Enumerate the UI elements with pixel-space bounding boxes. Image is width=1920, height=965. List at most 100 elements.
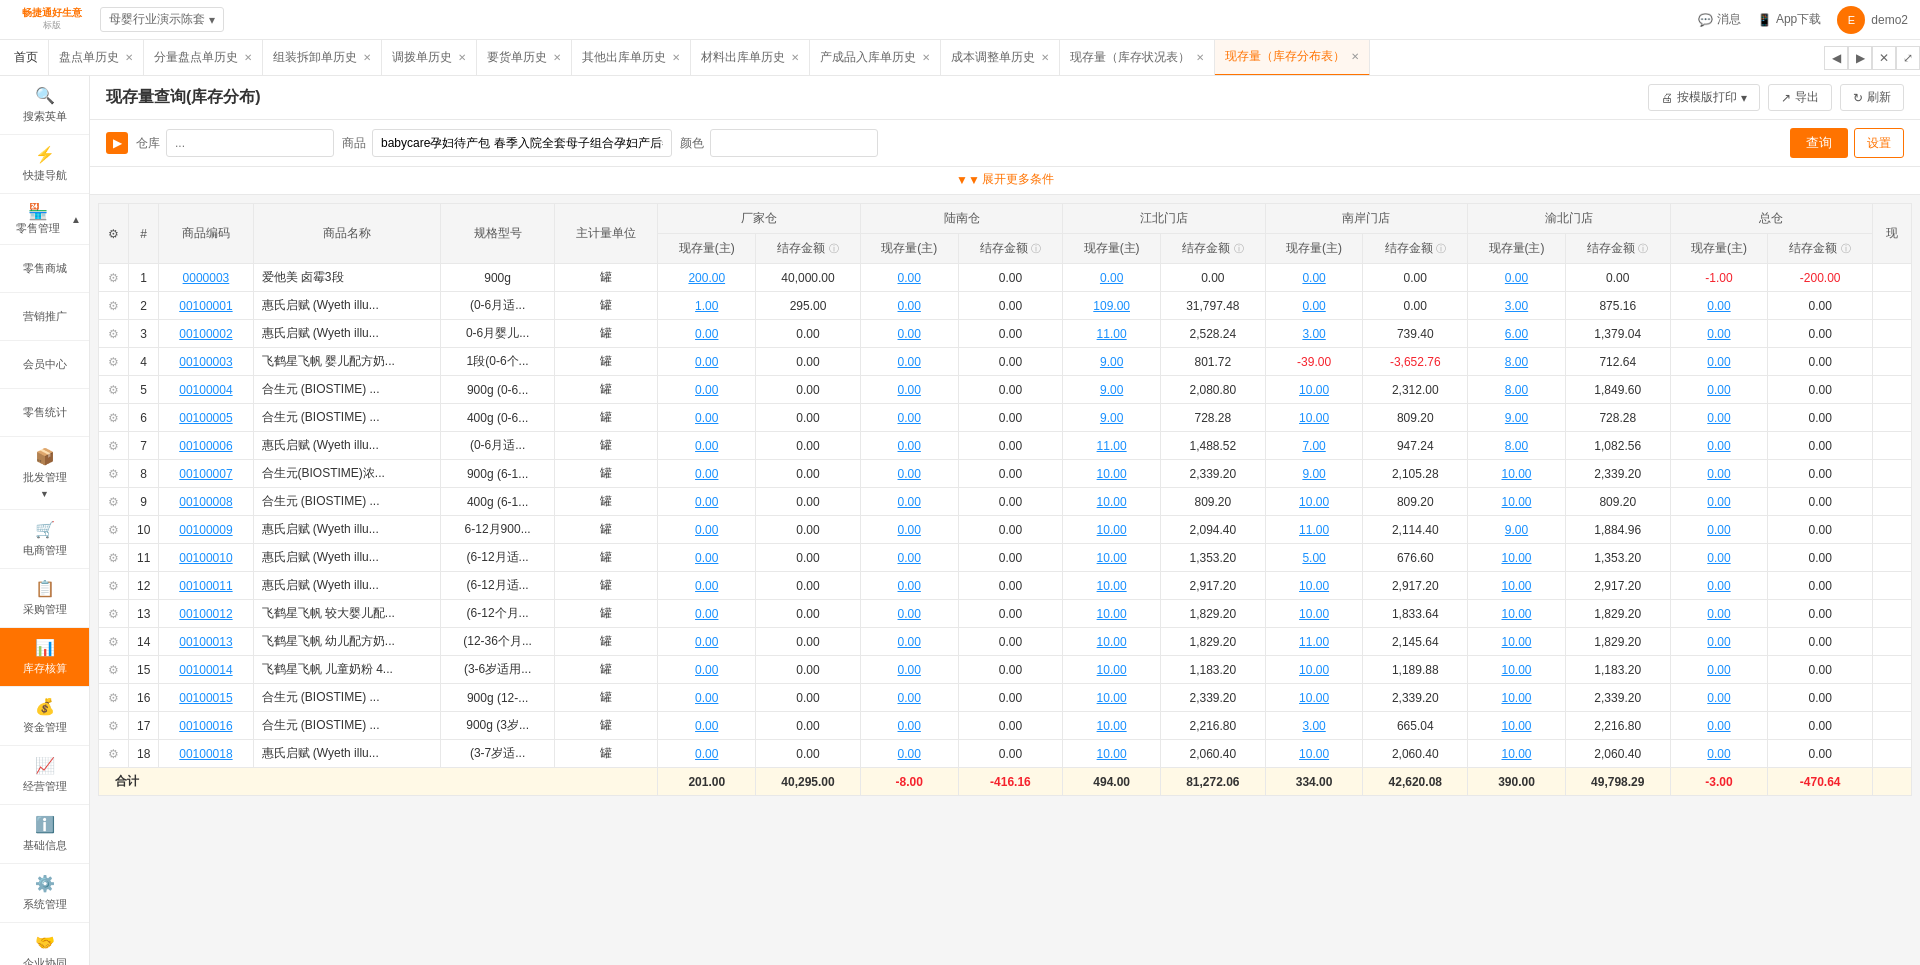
cell-t-qty[interactable]: 0.00 [1670, 432, 1768, 460]
cell-code[interactable]: 00100010 [159, 544, 253, 572]
cell-t-qty[interactable]: 0.00 [1670, 572, 1768, 600]
cell-n-qty[interactable]: 10.00 [1265, 684, 1363, 712]
cell-settings[interactable]: ⚙ [99, 740, 129, 768]
cell-j-qty[interactable]: 0.00 [1063, 264, 1161, 292]
sidebar-item-retail-stat[interactable]: 零售统计 [0, 389, 89, 437]
cell-settings[interactable]: ⚙ [99, 264, 129, 292]
filter-expand-btn[interactable]: ▶ [106, 132, 128, 154]
cell-settings[interactable]: ⚙ [99, 712, 129, 740]
cell-y-qty[interactable]: 3.00 [1468, 292, 1566, 320]
cell-code[interactable]: 00100006 [159, 432, 253, 460]
tab-product-inbound[interactable]: 产成品入库单历史 ✕ [810, 40, 941, 76]
close-icon[interactable]: ✕ [1196, 52, 1204, 63]
cell-y-qty[interactable]: 10.00 [1468, 656, 1566, 684]
cell-y-qty[interactable]: 8.00 [1468, 432, 1566, 460]
cell-n-qty[interactable]: 11.00 [1265, 628, 1363, 656]
cell-f-qty[interactable]: 0.00 [658, 488, 756, 516]
tab-home[interactable]: 首页 [4, 40, 49, 76]
cell-y-qty[interactable]: 0.00 [1468, 264, 1566, 292]
cell-f-qty[interactable]: 0.00 [658, 628, 756, 656]
cell-t-qty[interactable]: 0.00 [1670, 404, 1768, 432]
cell-n-qty[interactable]: 10.00 [1265, 600, 1363, 628]
cell-code[interactable]: 00100008 [159, 488, 253, 516]
tab-split-history[interactable]: 分量盘点单历史 ✕ [144, 40, 263, 76]
cell-l-qty[interactable]: 0.00 [860, 740, 958, 768]
cell-settings[interactable]: ⚙ [99, 320, 129, 348]
cell-t-qty[interactable]: -1.00 [1670, 264, 1768, 292]
cell-settings[interactable]: ⚙ [99, 488, 129, 516]
cell-j-qty[interactable]: 10.00 [1063, 460, 1161, 488]
cell-f-qty[interactable]: 0.00 [658, 376, 756, 404]
nav-prev-btn[interactable]: ◀ [1824, 46, 1848, 70]
cell-l-qty[interactable]: 0.00 [860, 712, 958, 740]
tab-stock-distribution[interactable]: 现存量（库存分布表） ✕ [1215, 40, 1370, 76]
cell-l-qty[interactable]: 0.00 [860, 488, 958, 516]
tab-outbound-history[interactable]: 其他出库单历史 ✕ [572, 40, 691, 76]
cell-code[interactable]: 00100012 [159, 600, 253, 628]
close-icon[interactable]: ✕ [1351, 51, 1359, 62]
nav-next-btn[interactable]: ▶ [1848, 46, 1872, 70]
close-icon[interactable]: ✕ [244, 52, 252, 63]
cell-t-qty[interactable]: 0.00 [1670, 740, 1768, 768]
cell-settings[interactable]: ⚙ [99, 656, 129, 684]
print-btn[interactable]: 🖨 按模版打印 ▾ [1648, 84, 1760, 111]
cell-n-qty[interactable]: 10.00 [1265, 572, 1363, 600]
cell-settings[interactable]: ⚙ [99, 404, 129, 432]
close-icon[interactable]: ✕ [363, 52, 371, 63]
nav-expand-btn[interactable]: ⤢ [1896, 46, 1920, 70]
cell-n-qty[interactable]: 5.00 [1265, 544, 1363, 572]
sidebar-item-wholesale[interactable]: 📦 批发管理 ▼ [0, 437, 89, 510]
cell-n-qty[interactable]: 0.00 [1265, 292, 1363, 320]
cell-settings[interactable]: ⚙ [99, 600, 129, 628]
cell-f-qty[interactable]: 0.00 [658, 684, 756, 712]
nav-close-all-btn[interactable]: ✕ [1872, 46, 1896, 70]
cell-t-qty[interactable]: 0.00 [1670, 656, 1768, 684]
query-btn[interactable]: 查询 [1790, 128, 1848, 158]
cell-y-qty[interactable]: 10.00 [1468, 460, 1566, 488]
cell-y-qty[interactable]: 10.00 [1468, 488, 1566, 516]
cell-code[interactable]: 00100004 [159, 376, 253, 404]
cell-n-qty[interactable]: 10.00 [1265, 656, 1363, 684]
cell-n-qty[interactable]: 3.00 [1265, 712, 1363, 740]
export-btn[interactable]: ↗ 导出 [1768, 84, 1832, 111]
cell-t-qty[interactable]: 0.00 [1670, 460, 1768, 488]
refresh-btn[interactable]: ↻ 刷新 [1840, 84, 1904, 111]
cell-n-qty[interactable]: 11.00 [1265, 516, 1363, 544]
cell-j-qty[interactable]: 11.00 [1063, 432, 1161, 460]
cell-t-qty[interactable]: 0.00 [1670, 292, 1768, 320]
cell-t-qty[interactable]: 0.00 [1670, 712, 1768, 740]
cell-settings[interactable]: ⚙ [99, 544, 129, 572]
cell-l-qty[interactable]: 0.00 [860, 544, 958, 572]
cell-j-qty[interactable]: 10.00 [1063, 712, 1161, 740]
cell-code[interactable]: 00100011 [159, 572, 253, 600]
cell-settings[interactable]: ⚙ [99, 292, 129, 320]
sidebar-item-marketing[interactable]: 营销推广 [0, 293, 89, 341]
sidebar-item-mall[interactable]: 零售商城 [0, 245, 89, 293]
cell-code[interactable]: 00100001 [159, 292, 253, 320]
setting-btn[interactable]: 设置 [1854, 128, 1904, 158]
cell-y-qty[interactable]: 6.00 [1468, 320, 1566, 348]
table-container[interactable]: ⚙ # 商品编码 商品名称 规格型号 主计量单位 厂家仓 陆南仓 江北门店 南岸… [90, 195, 1920, 965]
cell-j-qty[interactable]: 109.00 [1063, 292, 1161, 320]
close-icon[interactable]: ✕ [125, 52, 133, 63]
cell-l-qty[interactable]: 0.00 [860, 572, 958, 600]
cell-j-qty[interactable]: 10.00 [1063, 488, 1161, 516]
cell-j-qty[interactable]: 10.00 [1063, 572, 1161, 600]
warehouse-input[interactable] [166, 129, 334, 157]
cell-j-qty[interactable]: 9.00 [1063, 404, 1161, 432]
th-settings[interactable]: ⚙ [99, 204, 129, 264]
cell-settings[interactable]: ⚙ [99, 684, 129, 712]
cell-f-qty[interactable]: 0.00 [658, 572, 756, 600]
cell-n-qty[interactable]: 10.00 [1265, 404, 1363, 432]
sidebar-item-cooperation[interactable]: 🤝 企业协同 [0, 923, 89, 965]
cell-j-qty[interactable]: 10.00 [1063, 684, 1161, 712]
msg-btn[interactable]: 💬 消息 [1698, 11, 1741, 28]
cell-code[interactable]: 00100007 [159, 460, 253, 488]
sidebar-item-retail[interactable]: 🏪 零售管理 ▲ [0, 194, 89, 245]
tab-assembly-history[interactable]: 组装拆卸单历史 ✕ [263, 40, 382, 76]
cell-j-qty[interactable]: 10.00 [1063, 628, 1161, 656]
close-icon[interactable]: ✕ [553, 52, 561, 63]
cell-f-qty[interactable]: 0.00 [658, 544, 756, 572]
sidebar-item-quicknav[interactable]: ⚡ 快捷导航 [0, 135, 89, 194]
cell-code[interactable]: 0000003 [159, 264, 253, 292]
